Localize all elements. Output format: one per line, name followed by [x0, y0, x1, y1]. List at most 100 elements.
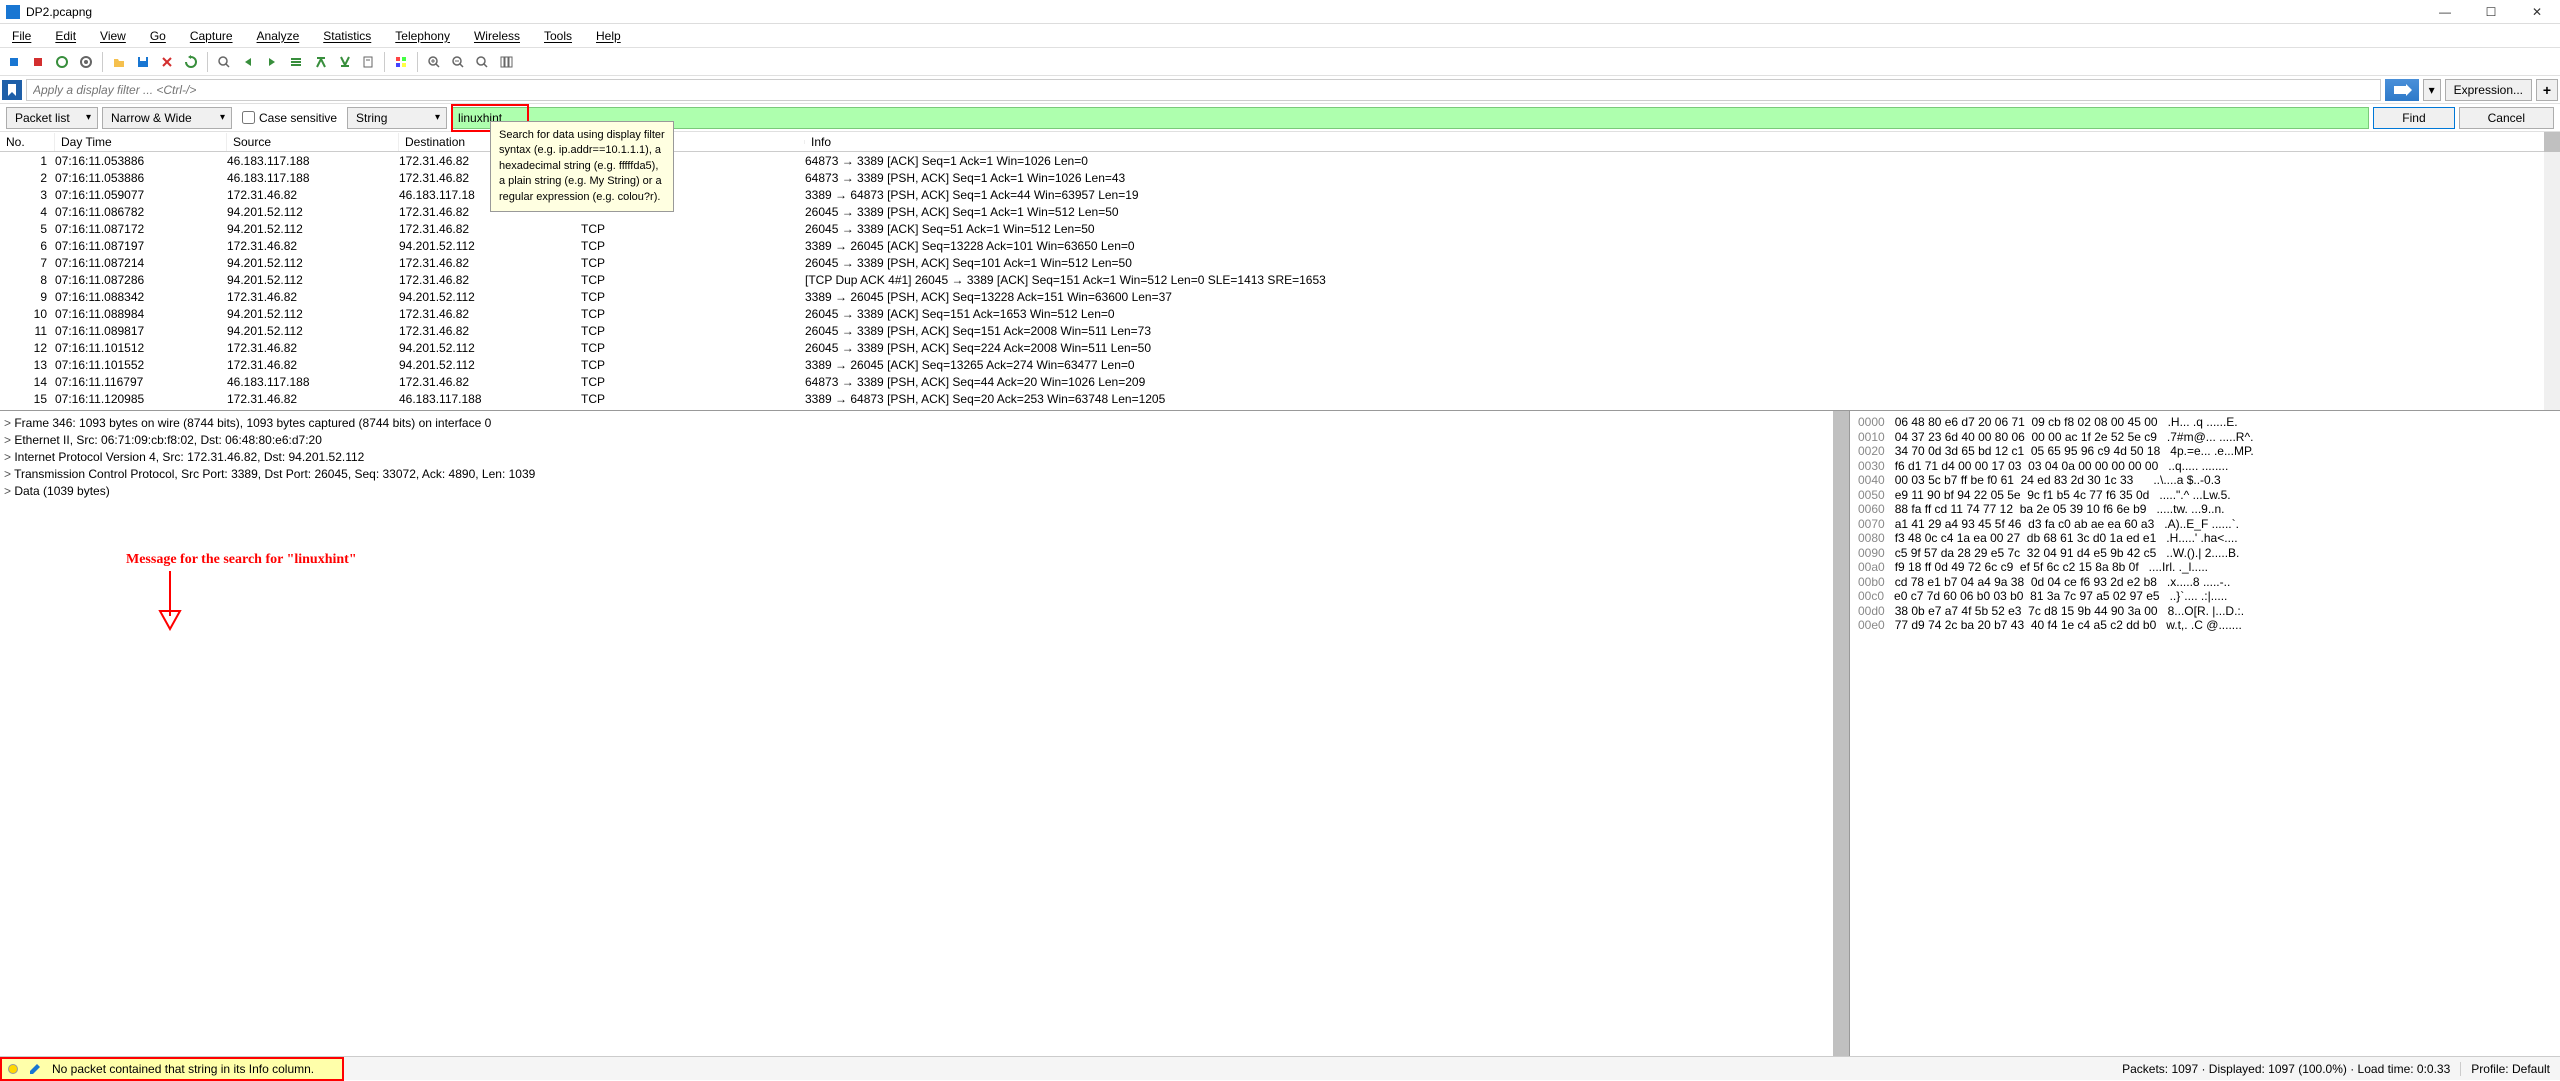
- col-header-info[interactable]: Info: [805, 133, 2560, 151]
- tree-item[interactable]: Ethernet II, Src: 06:71:09:cb:f8:02, Dst…: [4, 432, 1845, 449]
- title-bar: DP2.pcapng — ☐ ✕: [0, 0, 2560, 24]
- menu-file[interactable]: File: [0, 24, 43, 47]
- find-button[interactable]: Find: [2373, 107, 2454, 129]
- table-row[interactable]: 1207:16:11.101512172.31.46.8294.201.52.1…: [0, 339, 2560, 356]
- go-forward-icon[interactable]: [262, 52, 282, 72]
- table-row[interactable]: 707:16:11.08721494.201.52.112172.31.46.8…: [0, 254, 2560, 271]
- status-packet-count: Packets: 1097 · Displayed: 1097 (100.0%)…: [2112, 1062, 2460, 1076]
- menu-analyze[interactable]: Analyze: [245, 24, 312, 47]
- table-row[interactable]: 407:16:11.08678294.201.52.112172.31.46.8…: [0, 203, 2560, 220]
- search-pane-combo[interactable]: Packet list: [6, 107, 98, 129]
- restart-capture-icon[interactable]: [52, 52, 72, 72]
- table-row[interactable]: 1307:16:11.101552172.31.46.8294.201.52.1…: [0, 356, 2560, 373]
- find-packet-icon[interactable]: [214, 52, 234, 72]
- hex-row[interactable]: 0010 04 37 23 6d 40 00 80 06 00 00 ac 1f…: [1858, 430, 2552, 445]
- table-row[interactable]: 607:16:11.087197172.31.46.8294.201.52.11…: [0, 237, 2560, 254]
- zoom-in-icon[interactable]: [424, 52, 444, 72]
- tree-item[interactable]: Transmission Control Protocol, Src Port:…: [4, 466, 1845, 483]
- table-row[interactable]: 1007:16:11.08898494.201.52.112172.31.46.…: [0, 305, 2560, 322]
- close-file-icon[interactable]: [157, 52, 177, 72]
- go-last-icon[interactable]: [334, 52, 354, 72]
- hex-row[interactable]: 0030 f6 d1 71 d4 00 00 17 03 03 04 0a 00…: [1858, 459, 2552, 474]
- resize-columns-icon[interactable]: [496, 52, 516, 72]
- hex-row[interactable]: 0060 88 fa ff cd 11 74 77 12 ba 2e 05 39…: [1858, 502, 2552, 517]
- case-sensitive-checkbox[interactable]: [242, 111, 255, 124]
- hex-row[interactable]: 00a0 f9 18 ff 0d 49 72 6c c9 ef 5f 6c c2…: [1858, 560, 2552, 575]
- menu-help[interactable]: Help: [584, 24, 633, 47]
- hex-row[interactable]: 0050 e9 11 90 bf 94 22 05 5e 9c f1 b5 4c…: [1858, 488, 2552, 503]
- menu-tools[interactable]: Tools: [532, 24, 584, 47]
- table-row[interactable]: 1507:16:11.120985172.31.46.8246.183.117.…: [0, 390, 2560, 407]
- menu-bar: File Edit View Go Capture Analyze Statis…: [0, 24, 2560, 48]
- menu-statistics[interactable]: Statistics: [311, 24, 383, 47]
- tree-item[interactable]: Data (1039 bytes): [4, 483, 1845, 500]
- capture-options-icon[interactable]: [76, 52, 96, 72]
- status-profile[interactable]: Profile: Default: [2460, 1062, 2560, 1076]
- expert-info-icon[interactable]: [8, 1064, 18, 1074]
- apply-filter-button[interactable]: [2385, 79, 2419, 101]
- add-filter-button[interactable]: +: [2536, 79, 2558, 101]
- menu-wireless[interactable]: Wireless: [462, 24, 532, 47]
- hex-row[interactable]: 0000 06 48 80 e6 d7 20 06 71 09 cb f8 02…: [1858, 415, 2552, 430]
- hex-row[interactable]: 00b0 cd 78 e1 b7 04 a4 9a 38 0d 04 ce f6…: [1858, 575, 2552, 590]
- save-file-icon[interactable]: [133, 52, 153, 72]
- table-row[interactable]: 807:16:11.08728694.201.52.112172.31.46.8…: [0, 271, 2560, 288]
- packet-bytes-pane[interactable]: 0000 06 48 80 e6 d7 20 06 71 09 cb f8 02…: [1850, 411, 2560, 1056]
- go-to-packet-icon[interactable]: [286, 52, 306, 72]
- maximize-button[interactable]: ☐: [2468, 0, 2514, 24]
- table-row[interactable]: 307:16:11.059077172.31.46.8246.183.117.1…: [0, 186, 2560, 203]
- search-input[interactable]: [451, 107, 2369, 129]
- menu-go[interactable]: Go: [138, 24, 178, 47]
- hex-row[interactable]: 0020 34 70 0d 3d 65 bd 12 c1 05 65 95 96…: [1858, 444, 2552, 459]
- colorize-icon[interactable]: [391, 52, 411, 72]
- close-button[interactable]: ✕: [2514, 0, 2560, 24]
- cancel-find-button[interactable]: Cancel: [2459, 107, 2554, 129]
- reload-icon[interactable]: [181, 52, 201, 72]
- col-header-no[interactable]: No.: [0, 133, 55, 151]
- minimize-button[interactable]: —: [2422, 0, 2468, 24]
- go-first-icon[interactable]: [310, 52, 330, 72]
- tree-item[interactable]: Internet Protocol Version 4, Src: 172.31…: [4, 449, 1845, 466]
- table-row[interactable]: 907:16:11.088342172.31.46.8294.201.52.11…: [0, 288, 2560, 305]
- hex-row[interactable]: 00d0 38 0b e7 a7 4f 5b 52 e3 7c d8 15 9b…: [1858, 604, 2552, 619]
- search-type-combo[interactable]: String: [347, 107, 447, 129]
- hex-row[interactable]: 00c0 e0 c7 7d 60 06 b0 03 b0 81 3a 7c 97…: [1858, 589, 2552, 604]
- menu-capture[interactable]: Capture: [178, 24, 245, 47]
- hex-row[interactable]: 0090 c5 9f 57 da 28 29 e5 7c 32 04 91 d4…: [1858, 546, 2552, 561]
- open-file-icon[interactable]: [109, 52, 129, 72]
- hex-row[interactable]: 0070 a1 41 29 a4 93 45 5f 46 d3 fa c0 ab…: [1858, 517, 2552, 532]
- hex-row[interactable]: 00e0 77 d9 74 2c ba 20 b7 43 40 f4 1e c4…: [1858, 618, 2552, 633]
- status-message: No packet contained that string in its I…: [52, 1062, 314, 1076]
- details-scrollbar[interactable]: [1833, 411, 1849, 1056]
- start-capture-icon[interactable]: [4, 52, 24, 72]
- table-row[interactable]: 1407:16:11.11679746.183.117.188172.31.46…: [0, 373, 2560, 390]
- packet-list-pane[interactable]: No. Day Time Source Destination Info 107…: [0, 132, 2560, 410]
- menu-telephony[interactable]: Telephony: [383, 24, 462, 47]
- filter-history-dropdown[interactable]: ▾: [2423, 79, 2441, 101]
- edit-capture-comment-icon[interactable]: [28, 1062, 42, 1076]
- auto-scroll-icon[interactable]: [358, 52, 378, 72]
- tree-item[interactable]: Frame 346: 1093 bytes on wire (8744 bits…: [4, 415, 1845, 432]
- app-icon: [6, 5, 20, 19]
- expression-button[interactable]: Expression...: [2445, 79, 2532, 101]
- stop-capture-icon[interactable]: [28, 52, 48, 72]
- zoom-reset-icon[interactable]: [472, 52, 492, 72]
- go-back-icon[interactable]: [238, 52, 258, 72]
- zoom-out-icon[interactable]: [448, 52, 468, 72]
- display-filter-input[interactable]: [26, 79, 2381, 101]
- table-row[interactable]: 207:16:11.05388646.183.117.188172.31.46.…: [0, 169, 2560, 186]
- hex-row[interactable]: 0040 00 03 5c b7 ff be f0 61 24 ed 83 2d…: [1858, 473, 2552, 488]
- menu-view[interactable]: View: [88, 24, 138, 47]
- bookmark-filter-icon[interactable]: [2, 80, 22, 100]
- table-row[interactable]: 107:16:11.05388646.183.117.188172.31.46.…: [0, 152, 2560, 169]
- search-charset-combo[interactable]: Narrow & Wide: [102, 107, 232, 129]
- col-header-time[interactable]: Day Time: [55, 133, 227, 151]
- col-header-source[interactable]: Source: [227, 133, 399, 151]
- packet-list-scrollbar[interactable]: [2544, 132, 2560, 410]
- packet-details-pane[interactable]: Frame 346: 1093 bytes on wire (8744 bits…: [0, 411, 1850, 1056]
- menu-edit[interactable]: Edit: [43, 24, 88, 47]
- table-row[interactable]: 1107:16:11.08981794.201.52.112172.31.46.…: [0, 322, 2560, 339]
- table-row[interactable]: 507:16:11.08717294.201.52.112172.31.46.8…: [0, 220, 2560, 237]
- hex-row[interactable]: 0080 f3 48 0c c4 1a ea 00 27 db 68 61 3c…: [1858, 531, 2552, 546]
- display-filter-bar: ▾ Expression... +: [0, 76, 2560, 104]
